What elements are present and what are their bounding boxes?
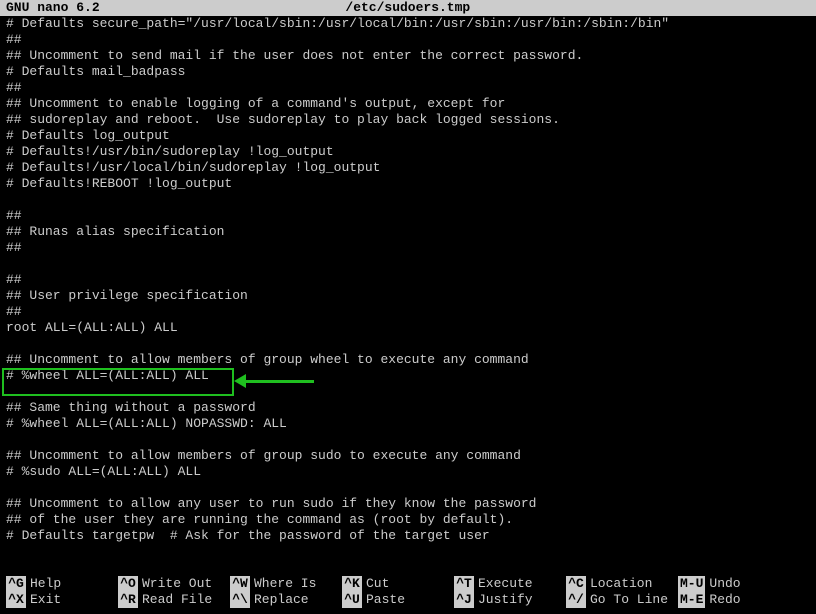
editor-line: ## Uncomment to allow members of group s…	[6, 448, 810, 464]
editor-line	[6, 432, 810, 448]
editor-line: # Defaults log_output	[6, 128, 810, 144]
shortcut-label: Where Is	[254, 576, 316, 592]
shortcut-key: ^T	[454, 576, 474, 592]
shortcut-label: Help	[30, 576, 61, 592]
shortcut-key: ^G	[6, 576, 26, 592]
shortcut-key: M-U	[678, 576, 705, 592]
editor-line: ## Uncomment to allow members of group w…	[6, 352, 810, 368]
shortcut-key: ^C	[566, 576, 586, 592]
shortcut-key: ^X	[6, 592, 26, 608]
editor-area[interactable]: # Defaults secure_path="/usr/local/sbin:…	[0, 16, 816, 544]
shortcut-label: Replace	[254, 592, 309, 608]
shortcut-item[interactable]: ^TExecute	[454, 576, 566, 592]
shortcut-label: Undo	[709, 576, 740, 592]
editor-line	[6, 336, 810, 352]
editor-line: # %wheel ALL=(ALL:ALL) ALL	[6, 368, 810, 384]
shortcut-item[interactable]: ^\Replace	[230, 592, 342, 608]
shortcut-key: ^\	[230, 592, 250, 608]
shortcut-label: Exit	[30, 592, 61, 608]
editor-line	[6, 480, 810, 496]
editor-line	[6, 384, 810, 400]
app-name: GNU nano 6.2	[0, 0, 100, 16]
shortcut-item[interactable]: ^RRead File	[118, 592, 230, 608]
shortcut-label: Write Out	[142, 576, 212, 592]
shortcut-item[interactable]: ^CLocation	[566, 576, 678, 592]
shortcut-label: Cut	[366, 576, 389, 592]
editor-line: # Defaults!REBOOT !log_output	[6, 176, 810, 192]
shortcut-label: Go To Line	[590, 592, 668, 608]
shortcut-label: Location	[590, 576, 652, 592]
editor-line: ## Uncomment to allow any user to run su…	[6, 496, 810, 512]
editor-line: ## Same thing without a password	[6, 400, 810, 416]
editor-line: # Defaults!/usr/local/bin/sudoreplay !lo…	[6, 160, 810, 176]
shortcut-label: Paste	[366, 592, 405, 608]
editor-line	[6, 256, 810, 272]
shortcut-label: Justify	[478, 592, 533, 608]
shortcut-label: Redo	[709, 592, 740, 608]
shortcut-item[interactable]: M-ERedo	[678, 592, 748, 608]
editor-line: ## sudoreplay and reboot. Use sudoreplay…	[6, 112, 810, 128]
shortcut-bar: ^GHelp^OWrite Out^WWhere Is^KCut^TExecut…	[6, 576, 810, 608]
shortcut-item[interactable]: ^UPaste	[342, 592, 454, 608]
editor-line: ## User privilege specification	[6, 288, 810, 304]
shortcut-item[interactable]: ^KCut	[342, 576, 454, 592]
file-name: /etc/sudoers.tmp	[100, 0, 716, 16]
shortcut-label: Execute	[478, 576, 533, 592]
shortcut-key: ^J	[454, 592, 474, 608]
editor-line: # Defaults secure_path="/usr/local/sbin:…	[6, 16, 810, 32]
editor-line: root ALL=(ALL:ALL) ALL	[6, 320, 810, 336]
shortcut-item[interactable]: ^GHelp	[6, 576, 118, 592]
editor-line: ##	[6, 80, 810, 96]
shortcut-item[interactable]: ^/Go To Line	[566, 592, 678, 608]
editor-line: ##	[6, 32, 810, 48]
shortcut-item[interactable]: ^JJustify	[454, 592, 566, 608]
editor-line: ## Uncomment to enable logging of a comm…	[6, 96, 810, 112]
shortcut-key: ^O	[118, 576, 138, 592]
shortcut-item[interactable]: ^WWhere Is	[230, 576, 342, 592]
editor-line: ##	[6, 272, 810, 288]
editor-line: ##	[6, 304, 810, 320]
title-bar: GNU nano 6.2 /etc/sudoers.tmp	[0, 0, 816, 16]
shortcut-label: Read File	[142, 592, 212, 608]
editor-line: ## Uncomment to send mail if the user do…	[6, 48, 810, 64]
shortcut-key: M-E	[678, 592, 705, 608]
shortcut-item[interactable]: ^XExit	[6, 592, 118, 608]
editor-line: ##	[6, 208, 810, 224]
editor-line: # Defaults targetpw # Ask for the passwo…	[6, 528, 810, 544]
editor-line: # %wheel ALL=(ALL:ALL) NOPASSWD: ALL	[6, 416, 810, 432]
editor-line: # Defaults mail_badpass	[6, 64, 810, 80]
editor-line: ## Runas alias specification	[6, 224, 810, 240]
shortcut-key: ^R	[118, 592, 138, 608]
shortcut-key: ^U	[342, 592, 362, 608]
editor-line: ##	[6, 240, 810, 256]
shortcut-key: ^/	[566, 592, 586, 608]
editor-line: # %sudo ALL=(ALL:ALL) ALL	[6, 464, 810, 480]
shortcut-item[interactable]: ^OWrite Out	[118, 576, 230, 592]
editor-line: # Defaults!/usr/bin/sudoreplay !log_outp…	[6, 144, 810, 160]
shortcut-key: ^W	[230, 576, 250, 592]
shortcut-key: ^K	[342, 576, 362, 592]
editor-line	[6, 192, 810, 208]
editor-line: ## of the user they are running the comm…	[6, 512, 810, 528]
shortcut-item[interactable]: M-UUndo	[678, 576, 748, 592]
